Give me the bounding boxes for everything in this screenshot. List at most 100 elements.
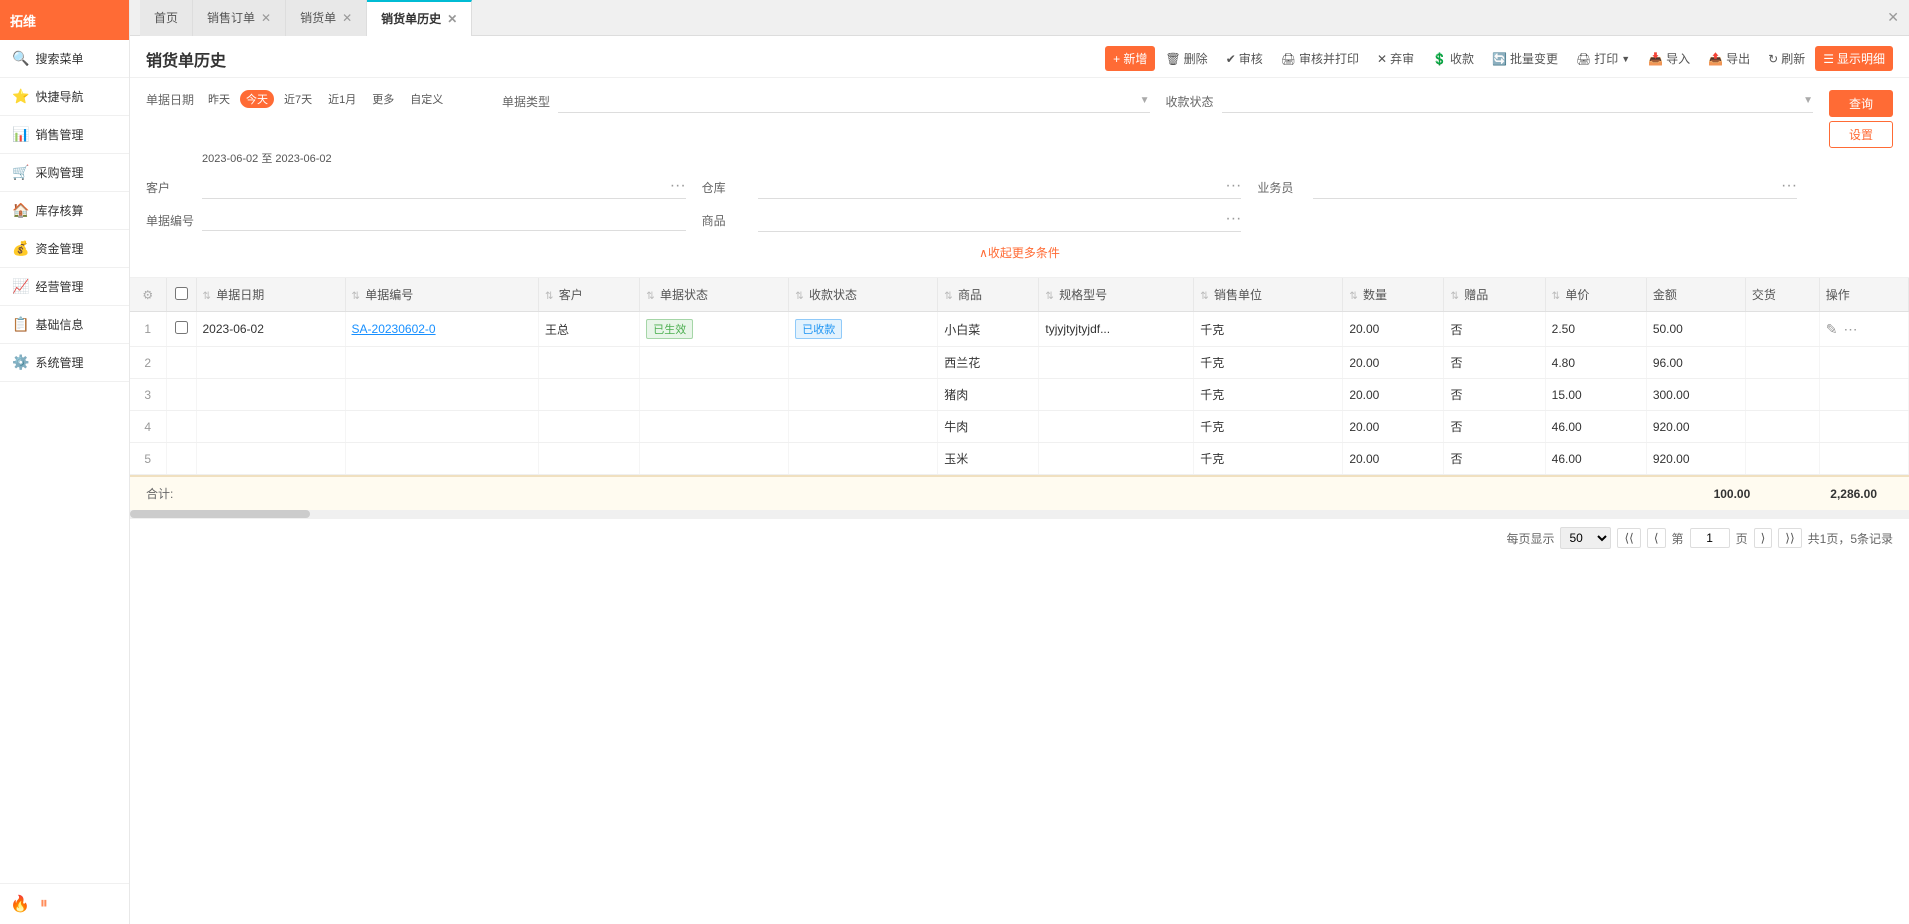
col-qty[interactable]: ⇅ 数量 [1343, 278, 1444, 312]
sidebar-item-quick-nav[interactable]: ⭐ 快捷导航 [0, 78, 129, 116]
goods-input[interactable] [758, 209, 1222, 229]
sidebar-item-inventory[interactable]: 🏠 库存核算 [0, 192, 129, 230]
row-doc-no [345, 411, 539, 443]
filter-settings-button[interactable]: 设置 [1829, 121, 1893, 148]
sidebar-bottom: 🔥 ⏸ [0, 883, 129, 924]
audit-print-button[interactable]: 🖨 审核并打印 [1273, 46, 1367, 71]
doc-type-input[interactable] [558, 90, 1140, 110]
tab-sales-goods-close[interactable]: ✕ [342, 11, 352, 25]
purchase-icon: 🛒 [12, 164, 29, 181]
col-gift[interactable]: ⇅ 赠品 [1444, 278, 1545, 312]
row-checkbox-cell [166, 312, 196, 347]
export-button[interactable]: 📤 导出 [1700, 46, 1758, 71]
tab-sales-history-close[interactable]: ✕ [447, 12, 457, 26]
collect-button[interactable]: 💲 收款 [1424, 46, 1482, 71]
tab-sales-goods[interactable]: 销货单 ✕ [286, 0, 367, 36]
sidebar-item-basic-info[interactable]: 📋 基础信息 [0, 306, 129, 344]
collect-status-dropdown-icon[interactable]: ▼ [1803, 95, 1813, 106]
select-all-checkbox[interactable] [175, 287, 188, 300]
sidebar-item-ops-mgmt[interactable]: 📈 经营管理 [0, 268, 129, 306]
customer-ellipsis[interactable]: ··· [670, 177, 686, 195]
sort-icon: ⇅ [646, 291, 654, 302]
more-icon[interactable]: ⋯ [1843, 321, 1857, 338]
tab-sales-order-close[interactable]: ✕ [261, 11, 271, 25]
refresh-button[interactable]: ↻ 刷新 [1760, 46, 1813, 71]
collapse-button[interactable]: ∧ 收起更多条件 [146, 240, 1893, 265]
row-date [196, 443, 345, 475]
last-page-button[interactable]: ⟩⟩ [1778, 528, 1801, 548]
collect-status-label: 收款状态 [1166, 93, 1216, 110]
fire-icon[interactable]: 🔥 [10, 894, 30, 914]
sys-mgmt-icon: ⚙️ [12, 354, 29, 371]
row-trade [1745, 443, 1819, 475]
page-number-input[interactable] [1690, 528, 1730, 548]
col-settings[interactable]: ⚙ [130, 278, 166, 312]
tab-sales-history[interactable]: 销货单历史 ✕ [367, 0, 472, 36]
show-detail-button[interactable]: ☰ 显示明细 [1815, 46, 1893, 71]
col-spec[interactable]: ⇅ 规格型号 [1039, 278, 1194, 312]
doc-no-input[interactable] [202, 210, 686, 231]
sidebar-item-sys-mgmt[interactable]: ⚙️ 系统管理 [0, 344, 129, 382]
settings-gear-icon[interactable]: ⚙ [142, 288, 153, 302]
row-gift: 否 [1444, 443, 1545, 475]
date-chip-yesterday[interactable]: 昨天 [202, 90, 236, 108]
col-collect-status[interactable]: ⇅ 收款状态 [789, 278, 938, 312]
pause-icon[interactable]: ⏸ [40, 895, 48, 913]
doc-no-link[interactable]: SA-20230602-0 [352, 322, 436, 336]
collect-status-input[interactable] [1222, 90, 1804, 110]
prev-page-button[interactable]: ⟨ [1647, 528, 1666, 548]
date-chip-more[interactable]: 更多 [366, 90, 400, 108]
customer-input[interactable] [202, 176, 666, 196]
doc-type-dropdown-icon[interactable]: ▼ [1140, 95, 1150, 106]
salesperson-input[interactable] [1313, 176, 1777, 196]
horizontal-scrollbar[interactable] [130, 510, 1909, 518]
tab-home[interactable]: 首页 [140, 0, 193, 36]
row-spec [1039, 379, 1194, 411]
row-amount: 96.00 [1646, 347, 1745, 379]
row-doc-status [640, 379, 789, 411]
sidebar-item-finance-mgmt[interactable]: 💰 资金管理 [0, 230, 129, 268]
tab-close-all-button[interactable]: ✕ [1887, 9, 1899, 26]
query-button[interactable]: 查询 [1829, 90, 1893, 117]
col-unit[interactable]: ⇅ 销售单位 [1194, 278, 1343, 312]
abandon-button[interactable]: ✕ 弃审 [1369, 46, 1422, 71]
warehouse-input[interactable] [758, 176, 1222, 196]
salesperson-ellipsis[interactable]: ··· [1781, 177, 1797, 195]
col-doc-status[interactable]: ⇅ 单据状态 [640, 278, 789, 312]
sidebar-item-purchase-mgmt[interactable]: 🛒 采购管理 [0, 154, 129, 192]
date-chip-custom[interactable]: 自定义 [404, 90, 449, 108]
next-page-button[interactable]: ⟩ [1754, 528, 1773, 548]
edit-icon[interactable]: ✎ [1826, 321, 1838, 338]
tab-sales-order[interactable]: 销售订单 ✕ [193, 0, 286, 36]
row-date [196, 411, 345, 443]
row-num: 2 [130, 347, 166, 379]
col-goods[interactable]: ⇅ 商品 [938, 278, 1039, 312]
date-chip-today[interactable]: 今天 [240, 90, 274, 108]
sidebar-item-search-menu[interactable]: 🔍 搜索菜单 [0, 40, 129, 78]
col-doc-no[interactable]: ⇅ 单据编号 [345, 278, 539, 312]
warehouse-ellipsis[interactable]: ··· [1225, 177, 1241, 195]
audit-button[interactable]: ✔ 审核 [1218, 46, 1271, 71]
col-date[interactable]: ⇅ 单据日期 [196, 278, 345, 312]
row-collect-status [789, 411, 938, 443]
audit-icon: ✔ [1226, 52, 1236, 66]
import-button[interactable]: 📥 导入 [1640, 46, 1698, 71]
table-row: 2 西兰花 千克 20.00 否 4.80 96.00 [130, 347, 1909, 379]
date-chip-1month[interactable]: 近1月 [322, 90, 362, 108]
delete-button[interactable]: 🗑 删除 [1157, 46, 1215, 71]
col-customer[interactable]: ⇅ 客户 [539, 278, 640, 312]
batch-change-button[interactable]: 🔄 批量变更 [1484, 46, 1566, 71]
date-chip-7days[interactable]: 近7天 [278, 90, 318, 108]
row-unit: 千克 [1194, 312, 1343, 347]
print-button[interactable]: 🖨 打印 ▼ [1568, 46, 1638, 71]
sidebar-item-sales-mgmt[interactable]: 📊 销售管理 [0, 116, 129, 154]
table-body: 1 2023-06-02 SA-20230602-0 王总 已生效 已收款 小白… [130, 312, 1909, 475]
goods-ellipsis[interactable]: ··· [1225, 210, 1241, 228]
col-price[interactable]: ⇅ 单价 [1545, 278, 1646, 312]
row-checkbox[interactable] [175, 321, 188, 334]
first-page-button[interactable]: ⟨⟨ [1617, 528, 1640, 548]
per-page-select[interactable]: 50 20 100 [1560, 527, 1611, 549]
scroll-thumb[interactable] [130, 510, 310, 518]
row-checkbox-cell [166, 443, 196, 475]
new-button[interactable]: + 新增 [1105, 46, 1155, 71]
